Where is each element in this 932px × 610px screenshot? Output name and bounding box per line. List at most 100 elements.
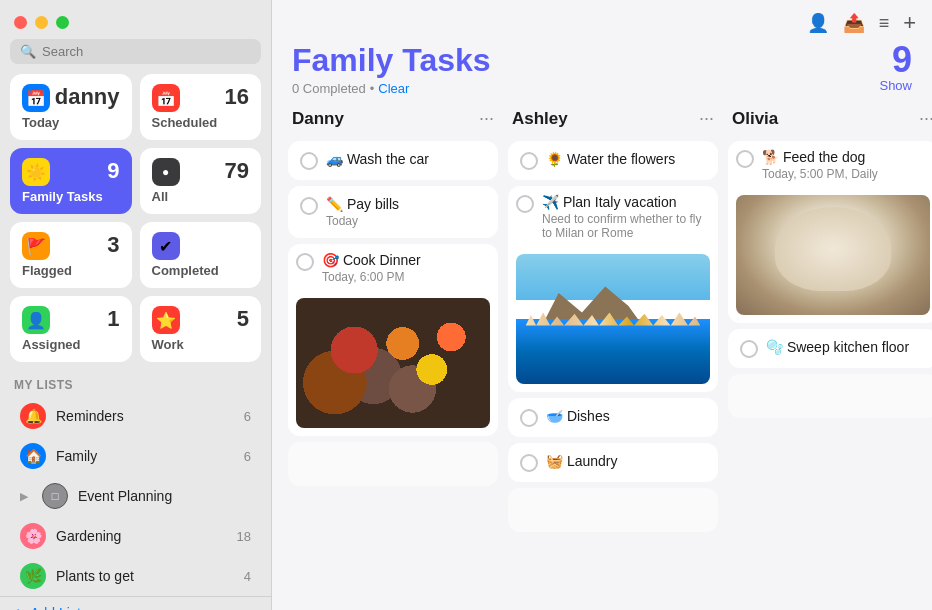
- reminders-count: 6: [244, 409, 251, 424]
- person-icon[interactable]: 👤: [807, 12, 829, 34]
- task-circle[interactable]: [736, 150, 754, 168]
- reminders-icon: 🔔: [20, 403, 46, 429]
- task-water-flowers[interactable]: 🌻 Water the flowers: [508, 141, 718, 180]
- danny-header: Danny ···: [288, 104, 498, 135]
- search-input[interactable]: [42, 44, 251, 59]
- family-tasks-label: Family Tasks: [22, 189, 120, 204]
- dot-separator: •: [370, 81, 375, 96]
- danny-empty-card[interactable]: [288, 442, 498, 486]
- sidebar: 🔍 📅 danny Today 📅 16 Scheduled ☀️ 9 Fami…: [0, 0, 272, 610]
- task-title: 🥣 Dishes: [546, 408, 706, 424]
- task-feed-dog[interactable]: 🐕 Feed the dog Today, 5:00 PM, Daily: [728, 141, 932, 323]
- task-content: 🐕 Feed the dog Today, 5:00 PM, Daily: [762, 149, 930, 181]
- task-plan-italy[interactable]: ✈️ Plan Italy vacation Need to confirm w…: [508, 186, 718, 392]
- task-wash-car[interactable]: 🚙 Wash the car: [288, 141, 498, 180]
- ashley-title: Ashley: [512, 109, 568, 129]
- clear-button[interactable]: Clear: [378, 81, 409, 96]
- work-count: 5: [237, 306, 249, 332]
- task-circle[interactable]: [520, 454, 538, 472]
- completed-icon: ✔: [152, 232, 180, 260]
- add-task-icon[interactable]: +: [903, 10, 916, 36]
- task-title: 🚙 Wash the car: [326, 151, 486, 167]
- search-icon: 🔍: [20, 44, 36, 59]
- reminders-label: Reminders: [56, 408, 234, 424]
- olivia-title: Olivia: [732, 109, 778, 129]
- all-icon: ●: [152, 158, 180, 186]
- completed-count: 0 Completed: [292, 81, 366, 96]
- olivia-more-icon[interactable]: ···: [919, 108, 932, 129]
- column-ashley: Ashley ··· 🌻 Water the flowers ✈️ Plan I…: [508, 104, 718, 600]
- sidebar-item-family-tasks[interactable]: ☀️ 9 Family Tasks: [10, 148, 132, 214]
- ashley-header: Ashley ···: [508, 104, 718, 135]
- task-cook-dinner[interactable]: 🎯 Cook Dinner Today, 6:00 PM: [288, 244, 498, 436]
- maximize-button[interactable]: [56, 16, 69, 29]
- gardening-label: Gardening: [56, 528, 227, 544]
- scheduled-icon: 📅: [152, 84, 180, 112]
- task-dishes[interactable]: 🥣 Dishes: [508, 398, 718, 437]
- smart-lists: 📅 danny Today 📅 16 Scheduled ☀️ 9 Family…: [0, 74, 271, 372]
- task-pay-bills[interactable]: ✏️ Pay bills Today: [288, 186, 498, 238]
- assigned-count: 1: [107, 306, 119, 332]
- task-count-big: 9: [879, 42, 912, 78]
- sidebar-item-plants[interactable]: 🌿 Plants to get 4: [6, 557, 265, 595]
- flagged-label: Flagged: [22, 263, 120, 278]
- minimize-button[interactable]: [35, 16, 48, 29]
- gardening-icon: 🌸: [20, 523, 46, 549]
- header-area: Family Tasks 0 Completed • Clear 9 Show: [272, 36, 932, 104]
- gardening-count: 18: [237, 529, 251, 544]
- sidebar-item-all[interactable]: ● 79 All: [140, 148, 262, 214]
- list-icon[interactable]: ≡: [879, 13, 890, 34]
- task-title: 🌻 Water the flowers: [546, 151, 706, 167]
- task-title: 🧺 Laundry: [546, 453, 706, 469]
- task-circle[interactable]: [520, 152, 538, 170]
- sidebar-item-flagged[interactable]: 🚩 3 Flagged: [10, 222, 132, 288]
- ashley-more-icon[interactable]: ···: [699, 108, 714, 129]
- add-list-button[interactable]: + Add List: [0, 596, 271, 610]
- task-sweep[interactable]: 🫧 Sweep kitchen floor: [728, 329, 932, 368]
- work-label: Work: [152, 337, 250, 352]
- plants-count: 4: [244, 569, 251, 584]
- task-circle[interactable]: [516, 195, 534, 213]
- scheduled-label: Scheduled: [152, 115, 250, 130]
- event-planning-label: Event Planning: [78, 488, 241, 504]
- add-list-label: Add List: [30, 605, 81, 610]
- task-sub: Today, 5:00 PM, Daily: [762, 167, 930, 181]
- sidebar-item-today[interactable]: 📅 danny Today: [10, 74, 132, 140]
- today-icon: 📅: [22, 84, 50, 112]
- sidebar-item-completed[interactable]: ✔ Completed: [140, 222, 262, 288]
- ashley-empty-card[interactable]: [508, 488, 718, 532]
- share-icon[interactable]: 📤: [843, 12, 865, 34]
- sidebar-item-reminders[interactable]: 🔔 Reminders 6: [6, 397, 265, 435]
- task-circle[interactable]: [740, 340, 758, 358]
- task-laundry[interactable]: 🧺 Laundry: [508, 443, 718, 482]
- flagged-count: 3: [107, 232, 119, 258]
- task-circle[interactable]: [300, 197, 318, 215]
- task-content: 🌻 Water the flowers: [546, 151, 706, 167]
- work-icon: ⭐: [152, 306, 180, 334]
- task-circle[interactable]: [296, 253, 314, 271]
- column-danny: Danny ··· 🚙 Wash the car ✏️ Pay bills To…: [288, 104, 498, 600]
- sidebar-item-scheduled[interactable]: 📅 16 Scheduled: [140, 74, 262, 140]
- sidebar-item-event-planning[interactable]: ▶ □ Event Planning: [6, 477, 265, 515]
- task-circle[interactable]: [520, 409, 538, 427]
- task-title: ✈️ Plan Italy vacation: [542, 194, 710, 210]
- sidebar-item-gardening[interactable]: 🌸 Gardening 18: [6, 517, 265, 555]
- task-circle[interactable]: [300, 152, 318, 170]
- event-planning-icon: □: [42, 483, 68, 509]
- task-content: 🎯 Cook Dinner Today, 6:00 PM: [322, 252, 490, 284]
- sidebar-item-family[interactable]: 🏠 Family 6: [6, 437, 265, 475]
- family-count: 6: [244, 449, 251, 464]
- page-title: Family Tasks: [292, 42, 491, 79]
- task-content: 🧺 Laundry: [546, 453, 706, 469]
- show-button[interactable]: Show: [879, 78, 912, 93]
- danny-more-icon[interactable]: ···: [479, 108, 494, 129]
- sidebar-item-work[interactable]: ⭐ 5 Work: [140, 296, 262, 362]
- sidebar-item-assigned[interactable]: 👤 1 Assigned: [10, 296, 132, 362]
- family-tasks-icon: ☀️: [22, 158, 50, 186]
- olivia-empty-card[interactable]: [728, 374, 932, 418]
- search-bar[interactable]: 🔍: [10, 39, 261, 64]
- close-button[interactable]: [14, 16, 27, 29]
- assigned-icon: 👤: [22, 306, 50, 334]
- family-tasks-count: 9: [107, 158, 119, 184]
- task-sub: Need to confirm whether to fly to Milan …: [542, 212, 710, 240]
